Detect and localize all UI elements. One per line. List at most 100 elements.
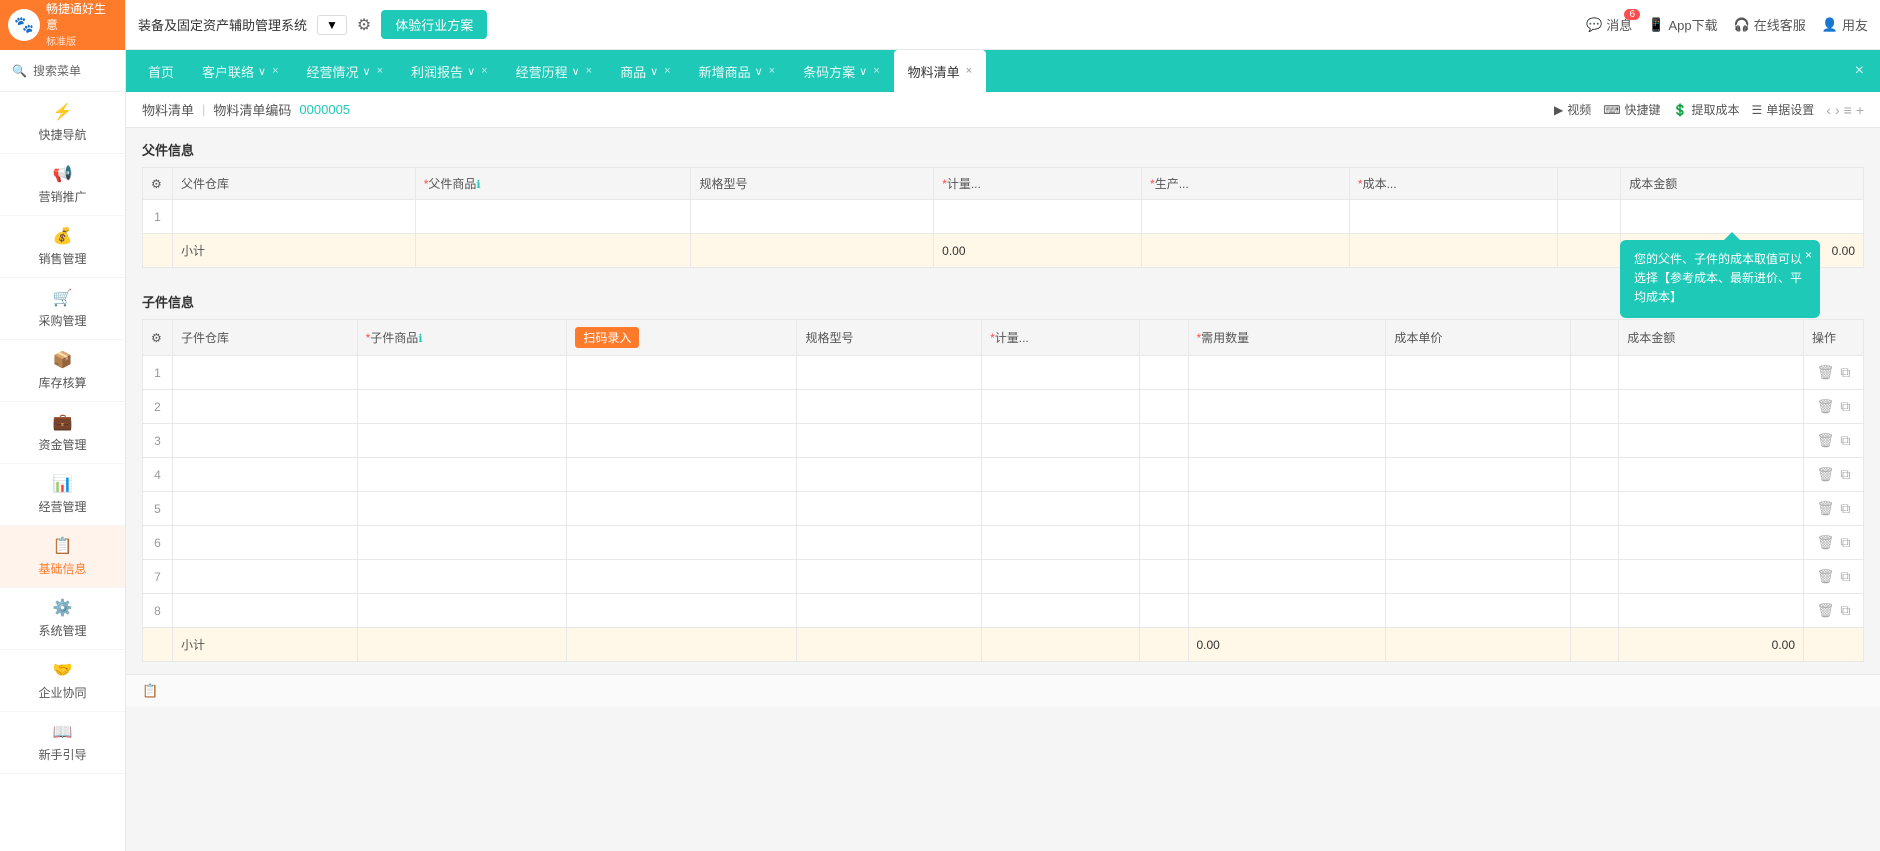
child-row-5-unit[interactable] [982, 492, 1140, 526]
copy-row-6-button[interactable]: ⧉ [1840, 534, 1850, 551]
child-row-2-warehouse[interactable] [173, 390, 358, 424]
copy-row-8-button[interactable]: ⧉ [1840, 602, 1850, 619]
sidebar-item-business[interactable]: 📊 经营管理 [0, 464, 125, 526]
child-row-3-unit[interactable] [982, 424, 1140, 458]
child-row-8-qty[interactable] [1188, 594, 1386, 628]
child-row-5-spec[interactable] [797, 492, 982, 526]
delete-row-3-button[interactable]: 🗑 [1817, 432, 1835, 449]
child-row-1-unit[interactable] [982, 356, 1140, 390]
tab-operation[interactable]: 经营情况 ∨ × [293, 50, 398, 92]
parent-row-1-produce[interactable] [1142, 200, 1350, 234]
child-row-8-warehouse[interactable] [173, 594, 358, 628]
child-row-3-unit-cost[interactable] [1386, 424, 1571, 458]
close-all-tabs-button[interactable]: × [1847, 62, 1872, 80]
child-row-1-warehouse[interactable] [173, 356, 358, 390]
tab-barcode[interactable]: 条码方案 ∨ × [789, 50, 894, 92]
child-row-1-unit-cost[interactable] [1386, 356, 1571, 390]
tooltip-close-button[interactable]: × [1805, 246, 1812, 265]
delete-row-7-button[interactable]: 🗑 [1817, 568, 1835, 585]
delete-row-8-button[interactable]: 🗑 [1817, 602, 1835, 619]
child-row-6-warehouse[interactable] [173, 526, 358, 560]
delete-row-2-button[interactable]: 🗑 [1817, 398, 1835, 415]
copy-row-5-button[interactable]: ⧉ [1840, 500, 1850, 517]
online-service-button[interactable]: 🎧 在线客服 [1734, 15, 1806, 34]
add-button[interactable]: + [1856, 102, 1864, 118]
child-row-6-unit[interactable] [982, 526, 1140, 560]
child-row-7-qty[interactable] [1188, 560, 1386, 594]
child-row-7-unit-cost[interactable] [1386, 560, 1571, 594]
tab-bom-close[interactable]: × [966, 65, 972, 77]
sidebar-item-quick-nav[interactable]: ⚡ 快捷导航 [0, 92, 125, 154]
user-button[interactable]: 👤 用友 [1822, 15, 1868, 34]
trial-button[interactable]: 体验行业方案 [381, 10, 487, 39]
child-row-2-unit[interactable] [982, 390, 1140, 424]
tab-goods[interactable]: 商品 ∨ × [606, 50, 685, 92]
delete-row-1-button[interactable]: 🗑 [1817, 364, 1835, 381]
child-row-8-goods[interactable] [357, 594, 567, 628]
sidebar-search[interactable]: 🔍 搜索菜单 [0, 50, 125, 92]
message-button[interactable]: 💬 消息 6 [1586, 15, 1632, 34]
tab-goods-close[interactable]: × [664, 65, 670, 77]
sidebar-item-marketing[interactable]: 📢 营销推广 [0, 154, 125, 216]
tab-profit[interactable]: 利润报告 ∨ × [397, 50, 502, 92]
child-row-5-warehouse[interactable] [173, 492, 358, 526]
child-row-5-unit-cost[interactable] [1386, 492, 1571, 526]
child-row-7-unit[interactable] [982, 560, 1140, 594]
child-row-1-spec[interactable] [797, 356, 982, 390]
sidebar-item-finance[interactable]: 💼 资金管理 [0, 402, 125, 464]
child-row-7-spec[interactable] [797, 560, 982, 594]
child-row-4-unit-cost[interactable] [1386, 458, 1571, 492]
child-row-6-goods[interactable] [357, 526, 567, 560]
child-row-5-qty[interactable] [1188, 492, 1386, 526]
delete-row-6-button[interactable]: 🗑 [1817, 534, 1835, 551]
child-row-2-goods[interactable] [357, 390, 567, 424]
tab-history-close[interactable]: × [586, 65, 592, 77]
child-row-2-unit-cost[interactable] [1386, 390, 1571, 424]
delete-row-5-button[interactable]: 🗑 [1817, 500, 1835, 517]
sidebar-item-purchase[interactable]: 🛒 采购管理 [0, 278, 125, 340]
tab-new-goods[interactable]: 新增商品 ∨ × [685, 50, 790, 92]
child-row-1-goods[interactable] [357, 356, 567, 390]
sidebar-item-guide[interactable]: 📖 新手引导 [0, 712, 125, 774]
sidebar-item-inventory[interactable]: 📦 库存核算 [0, 340, 125, 402]
child-row-5-goods[interactable] [357, 492, 567, 526]
copy-row-4-button[interactable]: ⧉ [1840, 466, 1850, 483]
copy-row-3-button[interactable]: ⧉ [1840, 432, 1850, 449]
child-row-3-warehouse[interactable] [173, 424, 358, 458]
child-row-2-spec[interactable] [797, 390, 982, 424]
child-col-scan[interactable]: 扫码录入 [567, 320, 797, 356]
child-row-4-qty[interactable] [1188, 458, 1386, 492]
scan-input-button[interactable]: 扫码录入 [575, 327, 639, 348]
get-cost-action[interactable]: 💲 提取成本 [1673, 101, 1740, 118]
child-row-8-unit[interactable] [982, 594, 1140, 628]
copy-row-2-button[interactable]: ⧉ [1840, 398, 1850, 415]
tab-operation-close[interactable]: × [377, 65, 383, 77]
tab-profit-close[interactable]: × [481, 65, 487, 77]
child-row-8-unit-cost[interactable] [1386, 594, 1571, 628]
parent-col-gear[interactable]: ⚙ [143, 168, 173, 200]
sidebar-item-system[interactable]: ⚙️ 系统管理 [0, 588, 125, 650]
child-row-6-spec[interactable] [797, 526, 982, 560]
child-row-4-unit[interactable] [982, 458, 1140, 492]
parent-row-1-cost[interactable] [1349, 200, 1557, 234]
next-page-button[interactable]: › [1835, 102, 1840, 118]
copy-row-1-button[interactable]: ⧉ [1840, 364, 1850, 381]
gear-icon[interactable]: ⚙ [357, 15, 371, 35]
child-row-3-goods[interactable] [357, 424, 567, 458]
parent-row-1-spec[interactable] [691, 200, 934, 234]
parent-row-1-goods[interactable] [415, 200, 691, 234]
child-row-2-qty[interactable] [1188, 390, 1386, 424]
child-row-1-qty[interactable] [1188, 356, 1386, 390]
shortcut-action[interactable]: ⌨ 快捷键 [1603, 101, 1660, 118]
tab-barcode-close[interactable]: × [873, 65, 879, 77]
system-dropdown[interactable]: ▼ [317, 15, 347, 35]
sidebar-item-basic-info[interactable]: 📋 基础信息 [0, 526, 125, 588]
tab-home[interactable]: 首页 [134, 50, 188, 92]
child-col-gear[interactable]: ⚙ [143, 320, 173, 356]
app-download-button[interactable]: 📱 App下载 [1648, 15, 1717, 34]
tab-new-goods-close[interactable]: × [769, 65, 775, 77]
child-row-7-warehouse[interactable] [173, 560, 358, 594]
sidebar-item-enterprise[interactable]: 🤝 企业协同 [0, 650, 125, 712]
single-settings-action[interactable]: ☰ 单据设置 [1752, 101, 1815, 118]
search-menu-button[interactable]: 🔍 搜索菜单 [8, 58, 117, 83]
